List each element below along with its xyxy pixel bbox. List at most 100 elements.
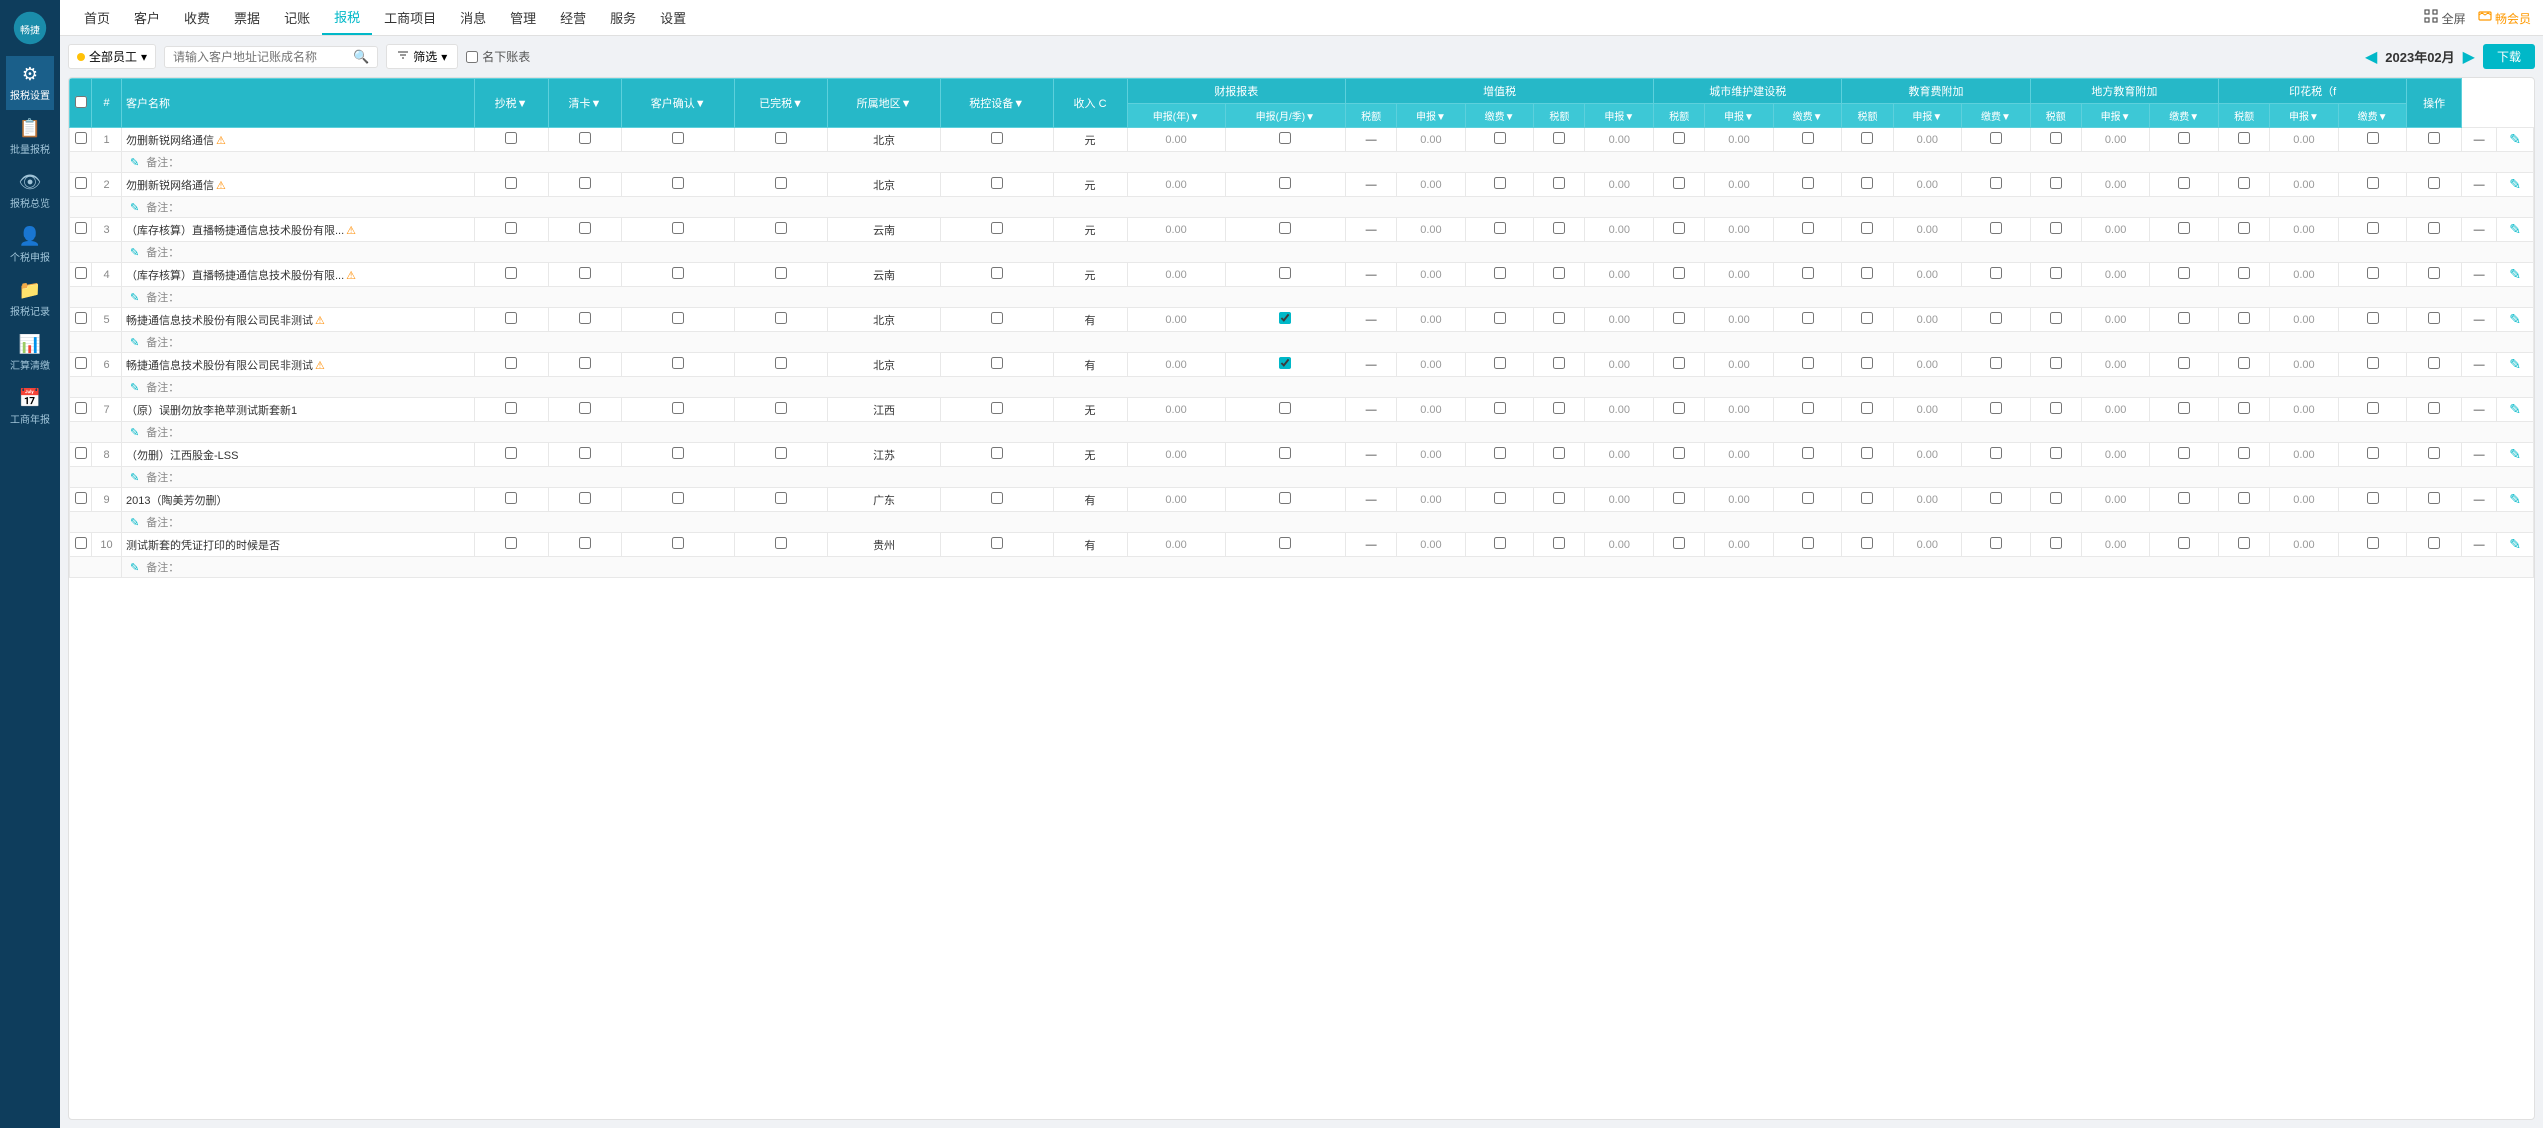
caibao-year-check-3[interactable] bbox=[1279, 267, 1291, 279]
zzs-pay-check-3[interactable] bbox=[1553, 267, 1565, 279]
warn-icon[interactable]: ⚠ bbox=[346, 225, 356, 237]
warn-icon[interactable]: ⚠ bbox=[216, 180, 226, 192]
jy-dec-check-0[interactable] bbox=[1990, 132, 2002, 144]
client-confirm-check-9[interactable] bbox=[672, 537, 684, 549]
edit-icon-8[interactable]: ✎ bbox=[2509, 491, 2521, 507]
jy-dec-check-2[interactable] bbox=[1990, 222, 2002, 234]
cs-pay-check-3[interactable] bbox=[1861, 267, 1873, 279]
clear-card-check-7[interactable] bbox=[579, 447, 591, 459]
zzs-dec-check-6[interactable] bbox=[1494, 402, 1506, 414]
edit-icon-9[interactable]: ✎ bbox=[2509, 536, 2521, 552]
yhs-pay-check-0[interactable] bbox=[2428, 132, 2440, 144]
paid-tax-check-9[interactable] bbox=[775, 537, 787, 549]
nav-item-设置[interactable]: 设置 bbox=[648, 0, 698, 35]
cs-pay-check-0[interactable] bbox=[1861, 132, 1873, 144]
tax-device-check-7[interactable] bbox=[991, 447, 1003, 459]
cs-dec-check-0[interactable] bbox=[1802, 132, 1814, 144]
tax-device-check-0[interactable] bbox=[991, 132, 1003, 144]
paid-tax-check-5[interactable] bbox=[775, 357, 787, 369]
jy-dec-check-8[interactable] bbox=[1990, 492, 2002, 504]
yhs-dec-check-6[interactable] bbox=[2367, 402, 2379, 414]
yhs-dec-check-8[interactable] bbox=[2367, 492, 2379, 504]
tax-device-check-1[interactable] bbox=[991, 177, 1003, 189]
tax-device-check-5[interactable] bbox=[991, 357, 1003, 369]
clear-card-check-5[interactable] bbox=[579, 357, 591, 369]
paid-tax-check-6[interactable] bbox=[775, 402, 787, 414]
clear-card-check-1[interactable] bbox=[579, 177, 591, 189]
cs-dec-check-6[interactable] bbox=[1802, 402, 1814, 414]
zzs-dec2-check-4[interactable] bbox=[1673, 312, 1685, 324]
nav-item-工商项目[interactable]: 工商项目 bbox=[372, 0, 448, 35]
zzs-dec-check-3[interactable] bbox=[1494, 267, 1506, 279]
copy-tax-check-8[interactable] bbox=[505, 492, 517, 504]
dfjy-pay-check-9[interactable] bbox=[2238, 537, 2250, 549]
yhs-pay-check-9[interactable] bbox=[2428, 537, 2440, 549]
dfjy-dec-check-5[interactable] bbox=[2178, 357, 2190, 369]
zzs-pay-check-6[interactable] bbox=[1553, 402, 1565, 414]
caibao-year-check-9[interactable] bbox=[1279, 537, 1291, 549]
zzs-pay-check-1[interactable] bbox=[1553, 177, 1565, 189]
zzs-dec2-check-0[interactable] bbox=[1673, 132, 1685, 144]
yhs-dec-check-1[interactable] bbox=[2367, 177, 2379, 189]
zzs-pay-check-7[interactable] bbox=[1553, 447, 1565, 459]
cs-pay-check-2[interactable] bbox=[1861, 222, 1873, 234]
caibao-year-check-6[interactable] bbox=[1279, 402, 1291, 414]
caibao-year-check-4[interactable] bbox=[1279, 312, 1291, 324]
nav-item-客户[interactable]: 客户 bbox=[122, 0, 172, 35]
dfjy-pay-check-6[interactable] bbox=[2238, 402, 2250, 414]
jy-pay-check-9[interactable] bbox=[2050, 537, 2062, 549]
jy-dec-check-5[interactable] bbox=[1990, 357, 2002, 369]
zzs-pay-check-2[interactable] bbox=[1553, 222, 1565, 234]
sidebar-item-personal-tax[interactable]: 👤个税申报 bbox=[6, 218, 54, 272]
sidebar-item-summary[interactable]: 📊汇算清缴 bbox=[6, 326, 54, 380]
edit-icon-5[interactable]: ✎ bbox=[2509, 356, 2521, 372]
remark-edit-icon[interactable]: ✎ bbox=[130, 562, 139, 574]
dfjy-dec-check-2[interactable] bbox=[2178, 222, 2190, 234]
client-confirm-check-7[interactable] bbox=[672, 447, 684, 459]
jy-pay-check-8[interactable] bbox=[2050, 492, 2062, 504]
nav-item-管理[interactable]: 管理 bbox=[498, 0, 548, 35]
cs-pay-check-8[interactable] bbox=[1861, 492, 1873, 504]
row-checkbox-5[interactable] bbox=[75, 357, 87, 369]
edit-icon-3[interactable]: ✎ bbox=[2509, 266, 2521, 282]
caibao-year-check-8[interactable] bbox=[1279, 492, 1291, 504]
row-checkbox-7[interactable] bbox=[75, 447, 87, 459]
label-table-button[interactable]: 名下账表 bbox=[466, 48, 530, 65]
clear-card-check-9[interactable] bbox=[579, 537, 591, 549]
row-checkbox-9[interactable] bbox=[75, 537, 87, 549]
paid-tax-check-8[interactable] bbox=[775, 492, 787, 504]
copy-tax-check-5[interactable] bbox=[505, 357, 517, 369]
row-checkbox-8[interactable] bbox=[75, 492, 87, 504]
tax-device-check-9[interactable] bbox=[991, 537, 1003, 549]
yhs-pay-check-3[interactable] bbox=[2428, 267, 2440, 279]
dfjy-pay-check-3[interactable] bbox=[2238, 267, 2250, 279]
row-checkbox-2[interactable] bbox=[75, 222, 87, 234]
row-checkbox-4[interactable] bbox=[75, 312, 87, 324]
dfjy-dec-check-6[interactable] bbox=[2178, 402, 2190, 414]
jy-dec-check-3[interactable] bbox=[1990, 267, 2002, 279]
yhs-pay-check-4[interactable] bbox=[2428, 312, 2440, 324]
client-confirm-check-4[interactable] bbox=[672, 312, 684, 324]
fullscreen-btn[interactable]: 全屏 bbox=[2424, 9, 2465, 27]
zzs-pay-check-8[interactable] bbox=[1553, 492, 1565, 504]
edit-icon-4[interactable]: ✎ bbox=[2509, 311, 2521, 327]
zzs-dec2-check-3[interactable] bbox=[1673, 267, 1685, 279]
warn-icon[interactable]: ⚠ bbox=[346, 270, 356, 282]
jy-dec-check-9[interactable] bbox=[1990, 537, 2002, 549]
client-confirm-check-6[interactable] bbox=[672, 402, 684, 414]
cs-pay-check-5[interactable] bbox=[1861, 357, 1873, 369]
client-confirm-check-0[interactable] bbox=[672, 132, 684, 144]
copy-tax-check-2[interactable] bbox=[505, 222, 517, 234]
zzs-pay-check-5[interactable] bbox=[1553, 357, 1565, 369]
jy-pay-check-1[interactable] bbox=[2050, 177, 2062, 189]
edit-icon-1[interactable]: ✎ bbox=[2509, 176, 2521, 192]
clear-card-check-4[interactable] bbox=[579, 312, 591, 324]
client-confirm-check-1[interactable] bbox=[672, 177, 684, 189]
dfjy-dec-check-1[interactable] bbox=[2178, 177, 2190, 189]
search-icon[interactable]: 🔍 bbox=[353, 49, 369, 65]
paid-tax-check-7[interactable] bbox=[775, 447, 787, 459]
dfjy-dec-check-7[interactable] bbox=[2178, 447, 2190, 459]
copy-tax-check-9[interactable] bbox=[505, 537, 517, 549]
copy-tax-check-3[interactable] bbox=[505, 267, 517, 279]
yhs-pay-check-6[interactable] bbox=[2428, 402, 2440, 414]
